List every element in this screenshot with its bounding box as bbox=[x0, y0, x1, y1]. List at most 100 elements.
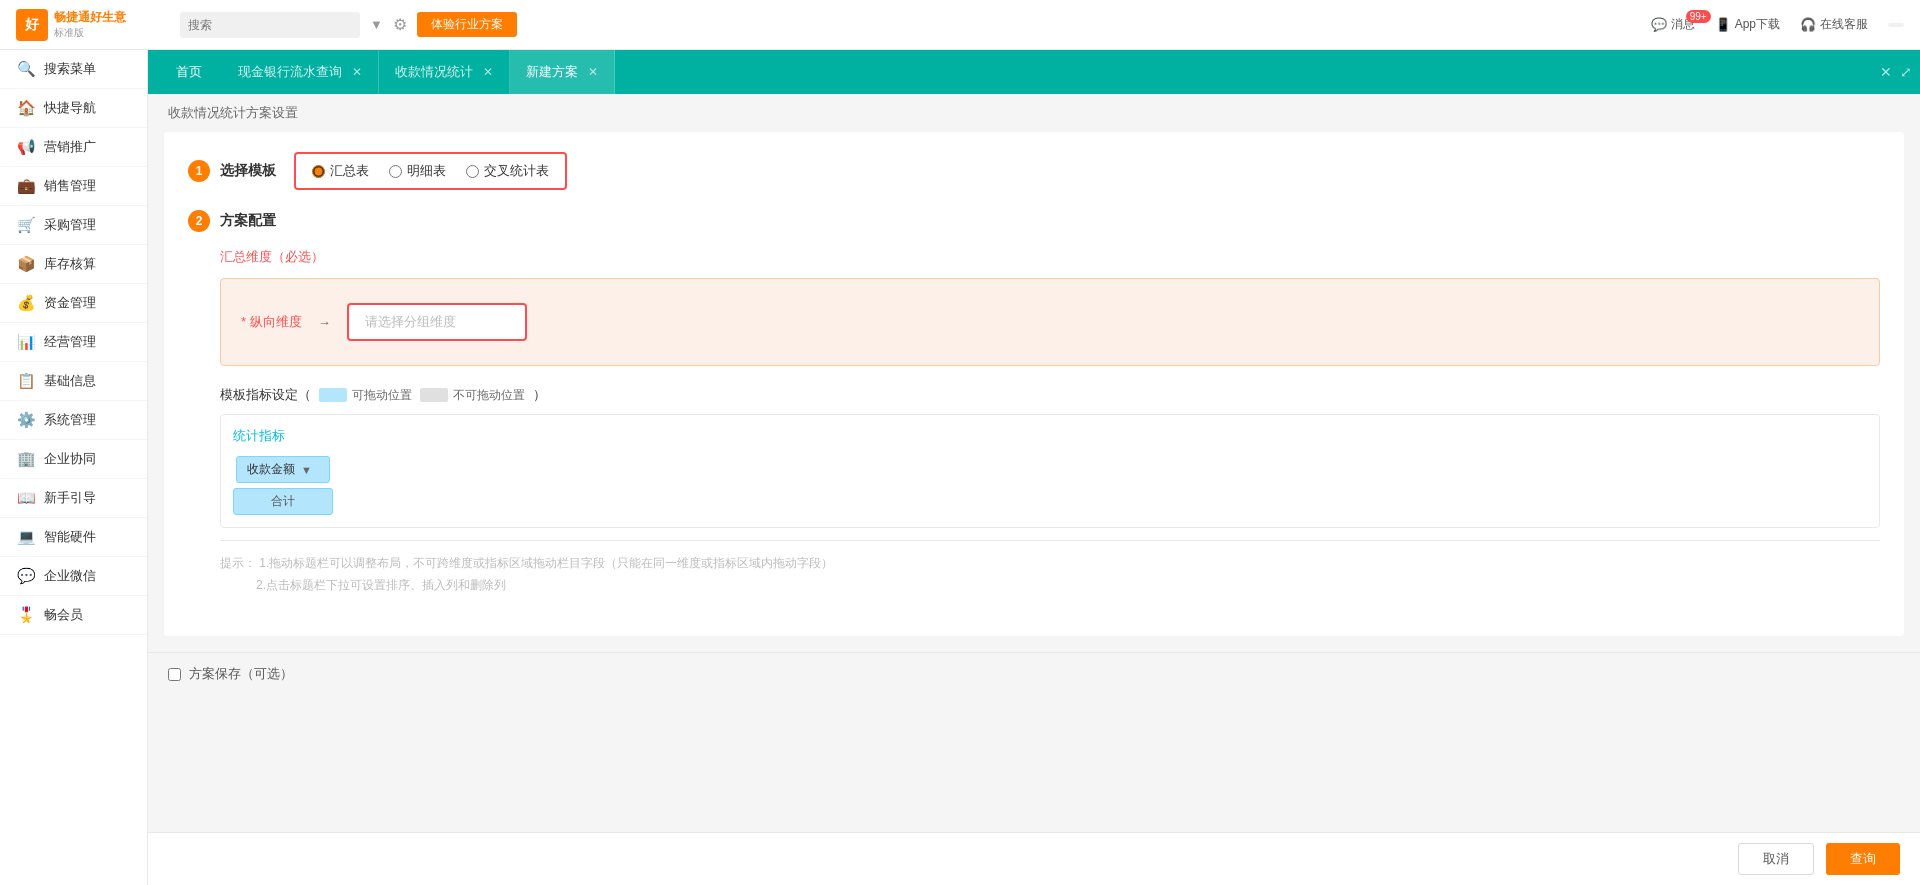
dropdown-icon[interactable]: ▼ bbox=[370, 17, 383, 32]
sidebar-item-hardware[interactable]: 💻 智能硬件 bbox=[0, 518, 147, 557]
page-content: 收款情况统计方案设置 1 选择模板 汇总表 bbox=[148, 94, 1920, 832]
tab-cashflow-label: 现金银行流水查询 bbox=[238, 63, 342, 81]
radio-detail-label: 明细表 bbox=[407, 162, 446, 180]
tab-maximize-icon[interactable]: ⤢ bbox=[1900, 64, 1912, 80]
sidebar-label-sales: 销售管理 bbox=[44, 177, 96, 195]
save-option: 方案保存（可选） bbox=[148, 652, 1920, 695]
tab-home[interactable]: 首页 bbox=[156, 63, 222, 81]
radio-summary-label: 汇总表 bbox=[330, 162, 369, 180]
movable-legend: 可拖动位置 bbox=[319, 387, 412, 404]
form-card: 1 选择模板 汇总表 明细表 bbox=[164, 132, 1904, 636]
sidebar-item-management[interactable]: 📊 经营管理 bbox=[0, 323, 147, 362]
cancel-button[interactable]: 取消 bbox=[1738, 843, 1814, 875]
settings-icon[interactable]: ⚙ bbox=[393, 15, 407, 34]
service-label: 在线客服 bbox=[1820, 16, 1868, 33]
tab-collection-close[interactable]: ✕ bbox=[483, 65, 493, 79]
radio-summary[interactable]: 汇总表 bbox=[312, 162, 369, 180]
message-icon: 💬 bbox=[1651, 17, 1667, 32]
system-icon: ⚙️ bbox=[16, 411, 36, 429]
search-menu-icon: 🔍 bbox=[16, 60, 36, 78]
unmovable-legend: 不可拖动位置 bbox=[420, 387, 525, 404]
movable-label: 可拖动位置 bbox=[352, 387, 412, 404]
tab-collection-label: 收款情况统计 bbox=[395, 63, 473, 81]
service-group[interactable]: 🎧 在线客服 bbox=[1800, 16, 1868, 33]
step1-section: 1 选择模板 汇总表 明细表 bbox=[188, 152, 1880, 190]
service-icon: 🎧 bbox=[1800, 17, 1816, 32]
app-name: 畅捷通好生意 bbox=[54, 9, 126, 26]
sidebar-item-system[interactable]: ⚙️ 系统管理 bbox=[0, 401, 147, 440]
search-input[interactable] bbox=[180, 12, 360, 38]
sidebar-label-quicknav: 快捷导航 bbox=[44, 99, 96, 117]
tip-line2: 2.点击标题栏下拉可设置排序、插入列和删除列 bbox=[220, 575, 1880, 597]
sidebar-item-inventory[interactable]: 📦 库存核算 bbox=[0, 245, 147, 284]
tab-cashflow[interactable]: 现金银行流水查询 ✕ bbox=[222, 50, 379, 94]
app-logo-icon: 好 bbox=[25, 16, 39, 34]
newbie-icon: 📖 bbox=[16, 489, 36, 507]
tab-close-all-icon[interactable]: ✕ bbox=[1880, 64, 1892, 80]
sidebar-label-collab: 企业协同 bbox=[44, 450, 96, 468]
message-group[interactable]: 💬 消息 99+ bbox=[1651, 16, 1695, 33]
radio-detail[interactable]: 明细表 bbox=[389, 162, 446, 180]
sidebar-item-collab[interactable]: 🏢 企业协同 bbox=[0, 440, 147, 479]
sidebar-item-basic[interactable]: 📋 基础信息 bbox=[0, 362, 147, 401]
tab-newplan-close[interactable]: ✕ bbox=[588, 65, 598, 79]
step1-title: 选择模板 bbox=[220, 162, 276, 180]
tab-collection[interactable]: 收款情况统计 ✕ bbox=[379, 50, 510, 94]
collab-icon: 🏢 bbox=[16, 450, 36, 468]
sidebar-item-purchase[interactable]: 🛒 采购管理 bbox=[0, 206, 147, 245]
finance-icon: 💰 bbox=[16, 294, 36, 312]
sidebar-label-newbie: 新手引导 bbox=[44, 489, 96, 507]
download-label: App下载 bbox=[1735, 16, 1780, 33]
indicator-tags-area: 统计指标 收款金额 ▼ 合计 bbox=[220, 414, 1880, 528]
unmovable-color bbox=[420, 388, 448, 402]
radio-summary-input[interactable] bbox=[312, 165, 325, 178]
sidebar-item-quicknav[interactable]: 🏠 快捷导航 bbox=[0, 89, 147, 128]
save-label: 方案保存（可选） bbox=[189, 665, 293, 683]
marketing-icon: 📢 bbox=[16, 138, 36, 156]
tab-newplan-label: 新建方案 bbox=[526, 63, 578, 81]
sidebar-label-purchase: 采购管理 bbox=[44, 216, 96, 234]
sidebar-label-weixin: 企业微信 bbox=[44, 567, 96, 585]
indicator-tag-amount[interactable]: 收款金额 ▼ bbox=[236, 456, 330, 483]
sidebar-item-search[interactable]: 🔍 搜索菜单 bbox=[0, 50, 147, 89]
tab-cashflow-close[interactable]: ✕ bbox=[352, 65, 362, 79]
tab-newplan[interactable]: 新建方案 ✕ bbox=[510, 50, 615, 94]
weixin-icon: 💬 bbox=[16, 567, 36, 585]
indicator-dropdown-icon[interactable]: ▼ bbox=[301, 464, 312, 476]
step1-header: 1 选择模板 汇总表 明细表 bbox=[188, 152, 1880, 190]
vertical-label: * 纵向维度 bbox=[241, 313, 302, 331]
sidebar-label-hardware: 智能硬件 bbox=[44, 528, 96, 546]
indicators-section: 模板指标设定（ 可拖动位置 不可拖动位置 ） bbox=[220, 386, 1880, 528]
management-icon: 📊 bbox=[16, 333, 36, 351]
radio-cross[interactable]: 交叉统计表 bbox=[466, 162, 549, 180]
dimension-selector[interactable]: 请选择分组维度 bbox=[347, 303, 527, 341]
basic-icon: 📋 bbox=[16, 372, 36, 390]
sidebar-label-vip: 畅会员 bbox=[44, 606, 83, 624]
footer-bar: 取消 查询 bbox=[148, 832, 1920, 885]
sidebar-item-weixin[interactable]: 💬 企业微信 bbox=[0, 557, 147, 596]
dimension-row: * 纵向维度 → 请选择分组维度 bbox=[241, 303, 1859, 341]
sidebar: 🔍 搜索菜单 🏠 快捷导航 📢 营销推广 💼 销售管理 🛒 采购管理 📦 库存核… bbox=[0, 50, 148, 885]
template-radio-group: 汇总表 明细表 交叉统计表 bbox=[294, 152, 567, 190]
step2-header: 2 方案配置 bbox=[188, 210, 1880, 232]
sidebar-item-vip[interactable]: 🎖️ 畅会员 bbox=[0, 596, 147, 635]
user-name bbox=[1888, 23, 1904, 27]
sidebar-item-marketing[interactable]: 📢 营销推广 bbox=[0, 128, 147, 167]
radio-detail-input[interactable] bbox=[389, 165, 402, 178]
download-icon: 📱 bbox=[1715, 17, 1731, 32]
radio-cross-input[interactable] bbox=[466, 165, 479, 178]
inventory-icon: 📦 bbox=[16, 255, 36, 273]
indicators-title: 统计指标 bbox=[233, 427, 1867, 445]
unmovable-label: 不可拖动位置 bbox=[453, 387, 525, 404]
download-group[interactable]: 📱 App下载 bbox=[1715, 16, 1780, 33]
save-checkbox[interactable] bbox=[168, 668, 181, 681]
step2-section: 2 方案配置 汇总维度（必选） * 纵向维度 → 请选择分组维度 bbox=[188, 210, 1880, 596]
sidebar-item-newbie[interactable]: 📖 新手引导 bbox=[0, 479, 147, 518]
industry-button[interactable]: 体验行业方案 bbox=[417, 12, 517, 37]
sidebar-item-finance[interactable]: 💰 资金管理 bbox=[0, 284, 147, 323]
sidebar-label-basic: 基础信息 bbox=[44, 372, 96, 390]
sidebar-item-sales[interactable]: 💼 销售管理 bbox=[0, 167, 147, 206]
query-button[interactable]: 查询 bbox=[1826, 843, 1900, 875]
step2-badge: 2 bbox=[188, 210, 210, 232]
content-area: 首页 现金银行流水查询 ✕ 收款情况统计 ✕ 新建方案 ✕ ✕ ⤢ 收款情况统计… bbox=[148, 50, 1920, 885]
